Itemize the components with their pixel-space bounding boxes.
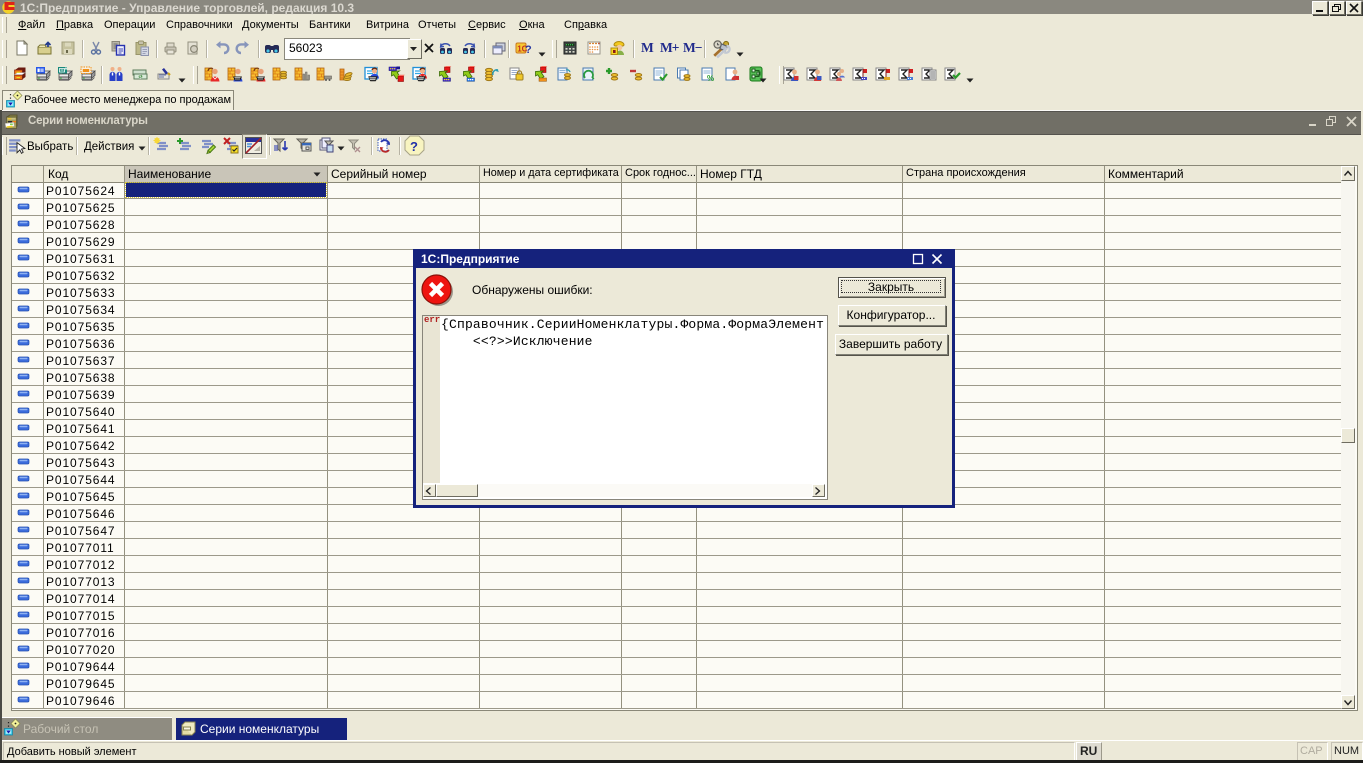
svg-text:%: %	[707, 74, 714, 83]
svg-text:$: $	[139, 75, 142, 81]
svg-text:?: ?	[410, 139, 418, 154]
svg-text:?: ?	[525, 44, 532, 56]
